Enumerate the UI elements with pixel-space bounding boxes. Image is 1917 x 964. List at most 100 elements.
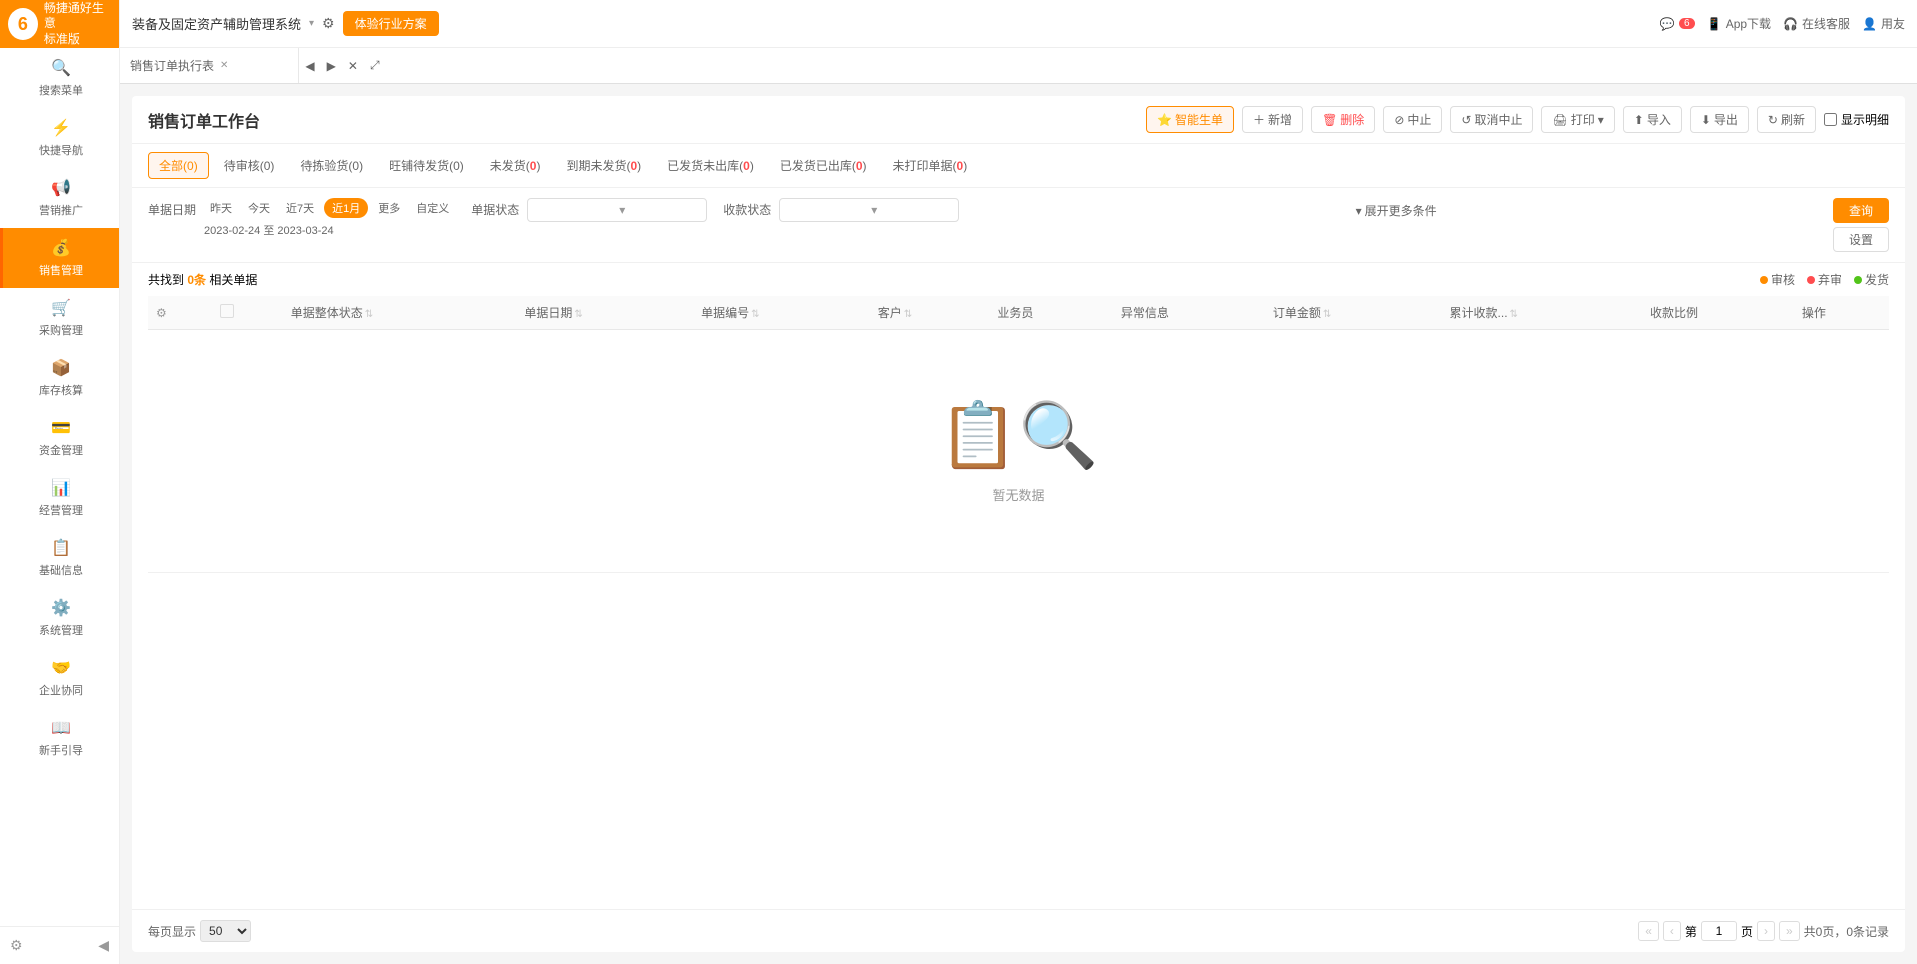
page-input[interactable]	[1701, 921, 1737, 941]
date-btn-自定义[interactable]: 自定义	[410, 198, 455, 218]
prev-page-btn[interactable]: ‹	[1663, 921, 1681, 941]
col-customer[interactable]: 客户⇅	[870, 296, 990, 330]
status-select-arrow: ▾	[619, 203, 698, 217]
print-btn[interactable]: 🖨 打印 ▾	[1541, 106, 1614, 133]
ai-btn[interactable]: ⭐ 智能生单	[1146, 106, 1234, 133]
page-size-select[interactable]: 10 20 50 100	[200, 920, 251, 942]
first-page-btn[interactable]: «	[1638, 921, 1659, 941]
sidebar-item-system[interactable]: ⚙️系统管理	[0, 588, 119, 648]
delete-btn[interactable]: 🗑 删除	[1311, 106, 1375, 133]
sidebar-item-marketing[interactable]: 📢营销推广	[0, 168, 119, 228]
sidebar-logo: 6 畅捷通好生意 标准版	[0, 0, 119, 48]
sub-tab-overdue-ship[interactable]: 到期未发货(0)	[555, 152, 652, 179]
inventory-icon: 📦	[51, 358, 71, 378]
cancel-suspend-btn[interactable]: ↺ 取消中止	[1450, 106, 1533, 133]
marketing-icon: 📢	[51, 178, 71, 198]
payment-filter-label: 收款状态	[723, 198, 771, 222]
sub-tab-shipped-out[interactable]: 已发货已出库(0)	[769, 152, 878, 179]
review-action[interactable]: 审核	[1760, 271, 1795, 288]
payment-filter-group: 收款状态 ▾	[723, 198, 959, 222]
add-btn[interactable]: ＋ 新增	[1242, 106, 1303, 133]
query-btn[interactable]: 查询	[1833, 198, 1889, 223]
online-service-btn[interactable]: 🎧 在线客服	[1783, 15, 1850, 32]
header-settings-icon[interactable]: ⚙	[322, 15, 335, 32]
sub-tab-shipped-not-out[interactable]: 已发货未出库(0)	[656, 152, 765, 179]
sidebar-item-purchase[interactable]: 🛒采购管理	[0, 288, 119, 348]
col-amount[interactable]: 订单金额⇅	[1265, 296, 1442, 330]
finance-icon: 💳	[51, 418, 71, 438]
tab-maximize[interactable]: ⤢	[364, 58, 386, 73]
user-icon: 👤	[1862, 17, 1877, 31]
sub-tab-not-printed[interactable]: 未打印单据(0)	[882, 152, 979, 179]
tab-scroll-left[interactable]: ◀	[299, 59, 320, 73]
tab-close-all[interactable]: ✕	[342, 59, 364, 73]
suspend-btn[interactable]: ⊘ 中止	[1383, 106, 1442, 133]
payment-filter-select[interactable]: ▾	[779, 198, 959, 222]
sidebar-item-basic[interactable]: 📋基础信息	[0, 528, 119, 588]
empty-text: 暂无数据	[992, 485, 1044, 504]
content-area: 销售订单工作台 ⭐ 智能生单 ＋ 新增 🗑 删除 ⊘	[120, 84, 1917, 964]
sub-tab-pending-inspect[interactable]: 待拣验货(0)	[289, 152, 374, 179]
date-btn-昨天[interactable]: 昨天	[204, 198, 238, 218]
sidebar-item-guide[interactable]: 📖新手引导	[0, 708, 119, 768]
import-btn[interactable]: ⬆ 导入	[1623, 106, 1682, 133]
cancel-review-action[interactable]: 弃审	[1807, 271, 1842, 288]
sub-tab-not-shipped[interactable]: 未发货(0)	[479, 152, 552, 179]
suspend-icon: ⊘	[1394, 113, 1404, 127]
expand-btn-wrap: ▾ 展开更多条件	[975, 198, 1817, 223]
col-collected[interactable]: 累计收款...⇅	[1442, 296, 1642, 330]
date-btn-近7天[interactable]: 近7天	[280, 198, 320, 218]
last-page-btn[interactable]: »	[1779, 921, 1800, 941]
user-btn[interactable]: 👤 用友	[1862, 15, 1905, 32]
tab-sales-exec[interactable]: 销售订单执行表✕	[120, 48, 299, 84]
sidebar-item-cooperation[interactable]: 🤝企业协同	[0, 648, 119, 708]
show-detail-label[interactable]: 显示明细	[1824, 111, 1889, 128]
ship-action[interactable]: 发货	[1854, 271, 1889, 288]
sidebar-item-sales[interactable]: 💰销售管理	[0, 228, 119, 288]
sub-tab-wangpu-pending[interactable]: 旺铺待发货(0)	[378, 152, 475, 179]
show-detail-checkbox[interactable]	[1824, 113, 1837, 126]
refresh-btn[interactable]: ↻ 刷新	[1757, 106, 1816, 133]
sidebar-item-quick-nav[interactable]: ⚡快捷导航	[0, 108, 119, 168]
quick-nav-icon: ⚡	[51, 118, 71, 138]
date-btn-更多[interactable]: 更多	[372, 198, 406, 218]
system-dropdown-arrow[interactable]: ▾	[309, 18, 314, 29]
industry-btn[interactable]: 体验行业方案	[343, 11, 439, 36]
settings-bottom-icon[interactable]: ⚙	[10, 937, 23, 954]
expand-conditions-btn[interactable]: ▾ 展开更多条件	[1348, 198, 1445, 223]
status-filter-select[interactable]: ▾	[527, 198, 707, 222]
next-page-btn[interactable]: ›	[1757, 921, 1775, 941]
page-size-group: 每页显示 10 20 50 100	[148, 920, 251, 942]
sidebar-nav: 🔍搜索菜单⚡快捷导航📢营销推广💰销售管理🛒采购管理📦库存核算💳资金管理📊经营管理…	[0, 48, 119, 926]
tab-bar: 首页销售订单工作台✕钱货日清工作台✕钱货日清对账✕销售订单统计表✕销售订单执行表…	[120, 48, 1917, 84]
col-status[interactable]: 单据整体状态⇅	[283, 296, 517, 330]
sub-tab-all[interactable]: 全部(0)	[148, 152, 209, 179]
sidebar-item-search[interactable]: 🔍搜索菜单	[0, 48, 119, 108]
collapse-icon[interactable]: ◀	[98, 937, 109, 954]
cancel-icon: ↺	[1461, 113, 1471, 127]
phone-icon: 📱	[1707, 17, 1722, 31]
refresh-icon: ↻	[1768, 113, 1778, 127]
tab-close-sales-exec[interactable]: ✕	[220, 60, 228, 71]
sub-tab-pending-review[interactable]: 待审核(0)	[213, 152, 286, 179]
top-header: 装备及固定资产辅助管理系统 ▾ ⚙ 体验行业方案 💬 6 📱 App下载 🎧 在…	[120, 0, 1917, 48]
app-download-btn[interactable]: 📱 App下载	[1707, 15, 1771, 32]
header-actions: 💬 6 📱 App下载 🎧 在线客服 👤 用友	[1660, 15, 1905, 32]
operation-icon: 📊	[51, 478, 71, 498]
select-all-checkbox[interactable]	[220, 304, 234, 318]
date-btn-今天[interactable]: 今天	[242, 198, 276, 218]
date-btn-近1月[interactable]: 近1月	[324, 198, 368, 218]
col-date[interactable]: 单据日期⇅	[516, 296, 693, 330]
col-checkbox	[212, 296, 283, 330]
ship-dot	[1854, 276, 1862, 284]
filter-setting-btn[interactable]: 设置	[1833, 227, 1889, 252]
sidebar-items: 🔍搜索菜单⚡快捷导航📢营销推广💰销售管理🛒采购管理📦库存核算💳资金管理📊经营管理…	[0, 48, 119, 768]
export-btn[interactable]: ⬇ 导出	[1690, 106, 1749, 133]
sidebar-item-inventory[interactable]: 📦库存核算	[0, 348, 119, 408]
date-filter-label: 单据日期	[148, 198, 196, 222]
sidebar-item-operation[interactable]: 📊经营管理	[0, 468, 119, 528]
col-number[interactable]: 单据编号⇅	[693, 296, 870, 330]
tab-scroll-right[interactable]: ▶	[321, 59, 342, 73]
sidebar-item-finance[interactable]: 💳资金管理	[0, 408, 119, 468]
message-btn[interactable]: 💬 6	[1660, 17, 1695, 31]
